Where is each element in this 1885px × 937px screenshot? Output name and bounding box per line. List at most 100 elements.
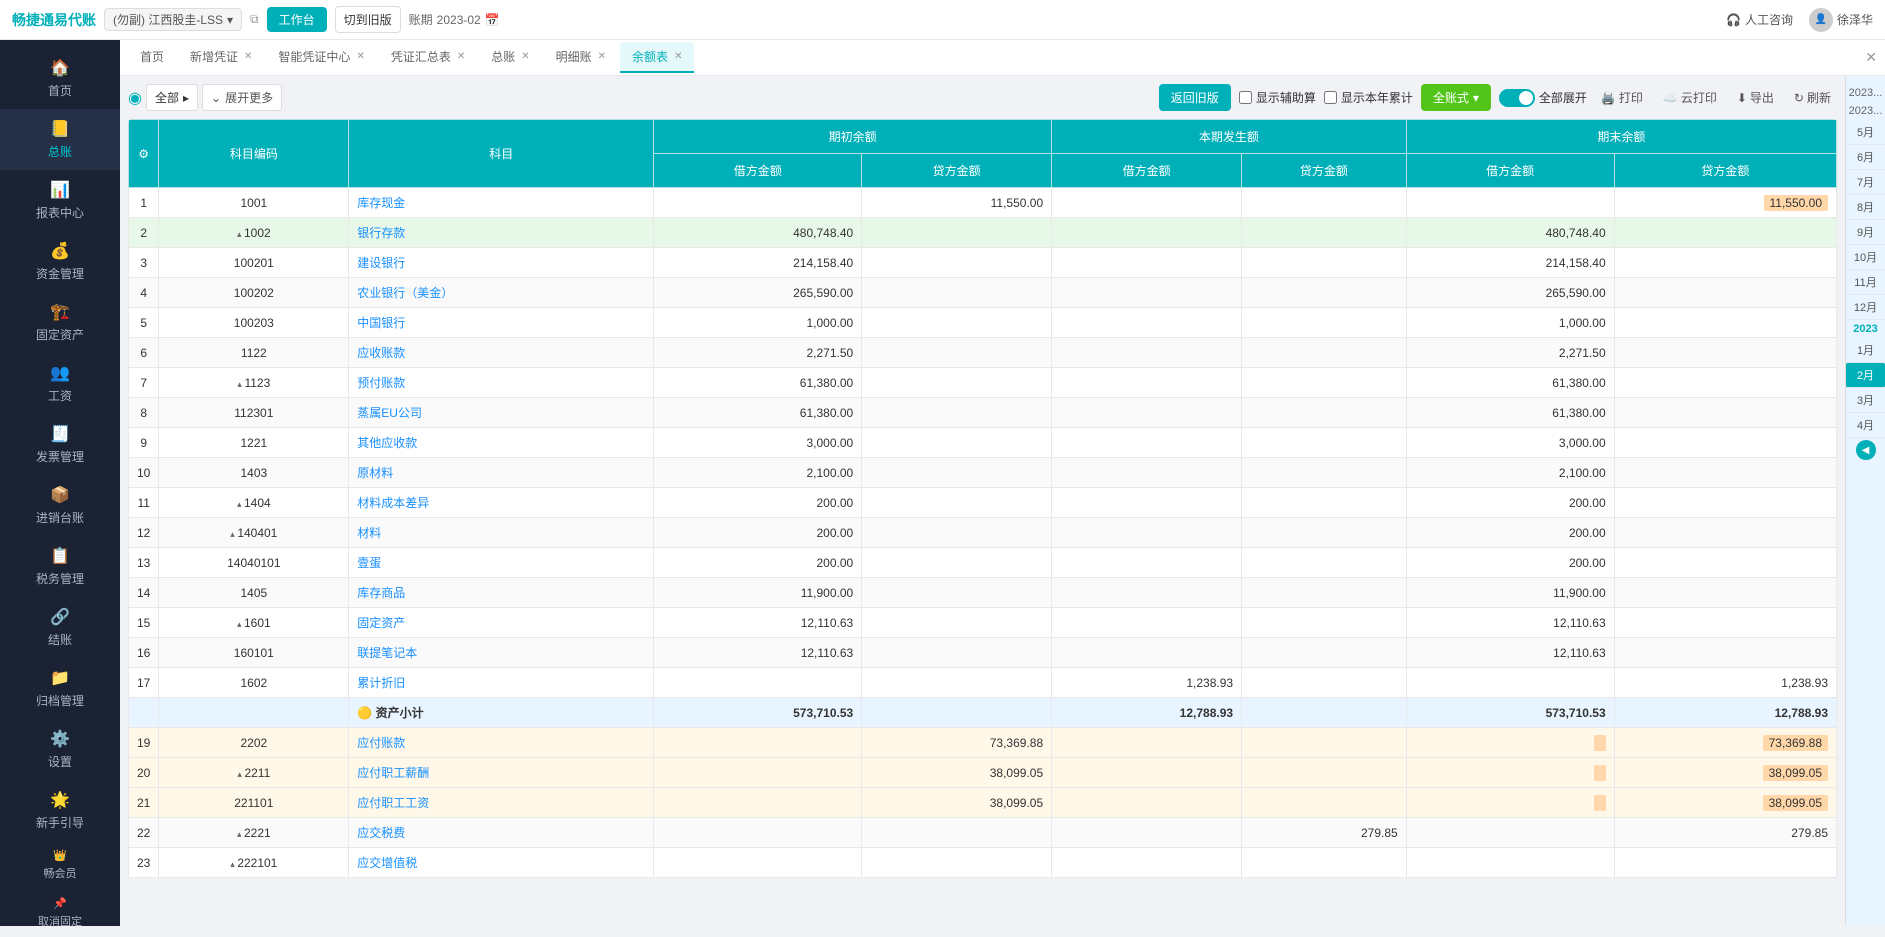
row-name[interactable]: 应交税费 <box>349 818 654 848</box>
cloud-print-button[interactable]: ☁️ 云打印 <box>1657 85 1723 110</box>
row-name[interactable]: 库存商品 <box>349 578 654 608</box>
tab-home[interactable]: 首页 <box>128 42 176 73</box>
row-name-text[interactable]: 农业银行（美金） <box>357 286 453 300</box>
year-total-checkbox-label[interactable]: 显示本年累计 <box>1324 89 1413 106</box>
row-name-text[interactable]: 应付职工薪酬 <box>357 766 429 780</box>
workbench-button[interactable]: 工作台 <box>267 7 327 32</box>
sidebar-item-archive[interactable]: 📁 归档管理 <box>0 658 120 719</box>
row-name[interactable]: 🟡 资产小计 <box>349 698 654 728</box>
row-name-text[interactable]: 壹蛋 <box>357 556 381 570</box>
tab-detail-close[interactable]: ✕ <box>598 51 606 62</box>
user-profile[interactable]: 👤 徐泽华 <box>1809 8 1873 32</box>
row-name[interactable]: 壹蛋 <box>349 548 654 578</box>
year-total-checkbox[interactable] <box>1324 91 1337 104</box>
switch-version-button[interactable]: 切到旧版 <box>335 6 401 33</box>
row-name-text[interactable]: 库存现金 <box>357 196 405 210</box>
copy-icon[interactable]: ⧉ <box>250 12 259 27</box>
table-container[interactable]: ⚙ 科目编码 科目 期初余额 本期发生额 期末余额 借方金额 贷方金额 借方金额 <box>128 119 1837 918</box>
auxiliary-checkbox[interactable] <box>1239 91 1252 104</box>
row-name[interactable]: 固定资产 <box>349 608 654 638</box>
row-name-text[interactable]: 应交增值税 <box>357 856 417 870</box>
export-button[interactable]: ⬇ 导出 <box>1731 85 1780 110</box>
refresh-button[interactable]: ↻ 刷新 <box>1788 85 1837 110</box>
row-name-text[interactable]: 银行存款 <box>357 226 405 240</box>
sidebar-item-guide[interactable]: 🌟 新手引导 <box>0 780 120 841</box>
expand-all-toggle[interactable]: 全部展开 <box>1499 89 1587 107</box>
sidebar-item-reports[interactable]: 📊 报表中心 <box>0 170 120 231</box>
row-name-text[interactable]: 应交税费 <box>357 826 405 840</box>
row-name-text[interactable]: 建设银行 <box>357 256 405 270</box>
company-selector[interactable]: (勿副) 江西股圭-LSS ▾ <box>104 8 242 31</box>
print-button[interactable]: 🖨️ 打印 <box>1595 85 1649 110</box>
row-name-text[interactable]: 应付职工工资 <box>357 796 429 810</box>
tab-balance[interactable]: 余额表 ✕ <box>620 42 694 73</box>
month-2[interactable]: 2月 <box>1846 363 1885 388</box>
row-name[interactable]: 农业银行（美金） <box>349 278 654 308</box>
tab-balance-close[interactable]: ✕ <box>674 51 682 62</box>
sidebar-item-assets[interactable]: 🏗️ 固定资产 <box>0 292 120 353</box>
sidebar-item-funds[interactable]: 💰 资金管理 <box>0 231 120 292</box>
row-name-text[interactable]: 蒸属EU公司 <box>357 406 422 420</box>
row-name[interactable]: 银行存款 <box>349 218 654 248</box>
tab-voucher-summary[interactable]: 凭证汇总表 ✕ <box>379 42 477 73</box>
sidebar-item-close[interactable]: 🔗 结账 <box>0 597 120 658</box>
row-name-text[interactable]: 材料 <box>357 526 381 540</box>
row-name[interactable]: 库存现金 <box>349 188 654 218</box>
month-11[interactable]: 11月 <box>1846 270 1885 295</box>
row-name[interactable]: 材料成本差异 <box>349 488 654 518</box>
sidebar-item-home[interactable]: 🏠 首页 <box>0 48 120 109</box>
row-name-text[interactable]: 其他应收款 <box>357 436 417 450</box>
row-name-text[interactable]: 中国银行 <box>357 316 405 330</box>
return-old-button[interactable]: 返回旧版 <box>1159 84 1231 111</box>
row-name-text[interactable]: 材料成本差异 <box>357 496 429 510</box>
month-9[interactable]: 9月 <box>1846 220 1885 245</box>
row-name[interactable]: 预付账款 <box>349 368 654 398</box>
month-7[interactable]: 7月 <box>1846 170 1885 195</box>
sidebar-item-payroll[interactable]: 👥 工资 <box>0 353 120 414</box>
sidebar-item-purchase[interactable]: 📦 进销台账 <box>0 475 120 536</box>
month-4[interactable]: 4月 <box>1846 413 1885 438</box>
row-name-text[interactable]: 应付账款 <box>357 736 405 750</box>
toggle-switch[interactable] <box>1499 89 1535 107</box>
row-name-text[interactable]: 库存商品 <box>357 586 405 600</box>
sidebar-item-tax[interactable]: 📋 税务管理 <box>0 536 120 597</box>
sidebar-item-invoice[interactable]: 🧾 发票管理 <box>0 414 120 475</box>
tab-detail[interactable]: 明细账 ✕ <box>544 42 618 73</box>
row-name[interactable]: 联提笔记本 <box>349 638 654 668</box>
sidebar-item-ledger[interactable]: 📒 总账 <box>0 109 120 170</box>
expand-button[interactable]: ⌄ 展开更多 <box>202 84 282 111</box>
row-name[interactable]: 应交增值税 <box>349 848 654 878</box>
tab-ledger[interactable]: 总账 ✕ <box>479 42 541 73</box>
tab-voucher-summary-close[interactable]: ✕ <box>457 51 465 62</box>
row-name[interactable]: 原材料 <box>349 458 654 488</box>
month-10[interactable]: 10月 <box>1846 245 1885 270</box>
auxiliary-checkbox-label[interactable]: 显示辅助算 <box>1239 89 1316 106</box>
settings-header[interactable]: ⚙ <box>129 120 159 188</box>
right-panel-toggle[interactable]: ◀ <box>1856 440 1876 460</box>
row-name-text[interactable]: 预付账款 <box>357 376 405 390</box>
row-name[interactable]: 建设银行 <box>349 248 654 278</box>
sidebar-item-member[interactable]: 👑 畅会员 <box>0 841 120 889</box>
filter-dropdown[interactable]: 全部 ▸ <box>146 84 198 111</box>
row-name-text[interactable]: 累计折旧 <box>357 676 405 690</box>
row-name-text[interactable]: 联提笔记本 <box>357 646 417 660</box>
row-name-text[interactable]: 原材料 <box>357 466 393 480</box>
sidebar-item-settings[interactable]: ⚙️ 设置 <box>0 719 120 780</box>
tab-new-voucher-close[interactable]: ✕ <box>244 51 252 62</box>
row-name[interactable]: 累计折旧 <box>349 668 654 698</box>
row-name[interactable]: 应收账款 <box>349 338 654 368</box>
month-1[interactable]: 1月 <box>1846 338 1885 363</box>
tab-new-voucher[interactable]: 新增凭证 ✕ <box>178 42 264 73</box>
close-all-tabs[interactable]: ✕ <box>1865 49 1877 66</box>
row-name[interactable]: 应付职工工资 <box>349 788 654 818</box>
row-name-text[interactable]: 应收账款 <box>357 346 405 360</box>
row-name[interactable]: 应付账款 <box>349 728 654 758</box>
month-5[interactable]: 5月 <box>1846 120 1885 145</box>
row-name[interactable]: 应付职工薪酬 <box>349 758 654 788</box>
format-button[interactable]: 全账式 ▾ <box>1421 84 1491 111</box>
month-6[interactable]: 6月 <box>1846 145 1885 170</box>
month-12[interactable]: 12月 <box>1846 295 1885 320</box>
row-name-text[interactable]: 固定资产 <box>357 616 405 630</box>
tab-smart-voucher-close[interactable]: ✕ <box>356 51 364 62</box>
tab-ledger-close[interactable]: ✕ <box>521 51 529 62</box>
